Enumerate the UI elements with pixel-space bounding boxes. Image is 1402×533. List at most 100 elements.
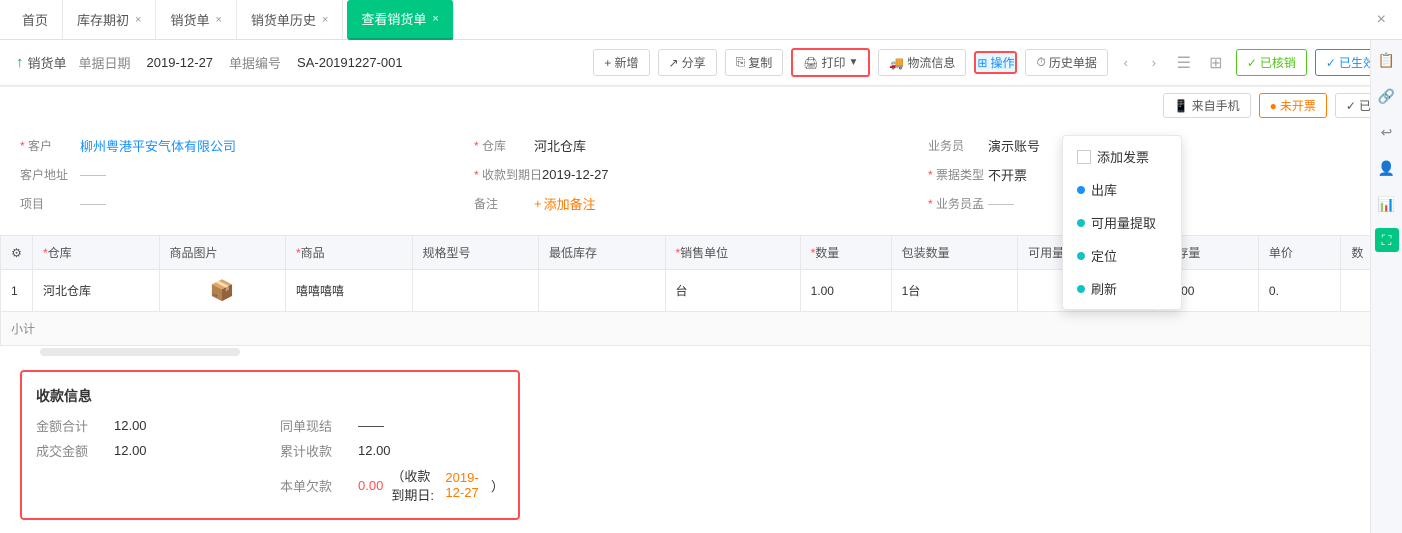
row-no: 1 <box>1 270 33 312</box>
table-qty-header: *数量 <box>800 236 891 270</box>
payment-date-label: 收款到期日 <box>474 166 542 183</box>
copy-button[interactable]: ⎘ 复制 <box>725 49 784 76</box>
tab-sales-order-close[interactable]: × <box>215 14 221 26</box>
nav-prev-button[interactable]: ‹ <box>1116 53 1136 73</box>
sidebar-return-icon[interactable]: ↩ <box>1375 120 1399 144</box>
check-icon-2: ✓ <box>1326 56 1336 70</box>
outbound-item[interactable]: 出库 <box>1063 173 1181 206</box>
project-value: —— <box>80 196 474 211</box>
refresh-item[interactable]: 刷新 <box>1063 272 1181 305</box>
history-button[interactable]: ⏱ 历史单据 <box>1025 49 1107 76</box>
tab-home-label: 首页 <box>22 10 48 29</box>
table-settings-header[interactable]: ⚙ <box>1 236 33 270</box>
doc-title-area: ↑ 销货单 单据日期 2019-12-27 单据编号 SA-20191227-0… <box>16 53 403 72</box>
table-warehouse-header: *仓库 <box>33 236 160 270</box>
phone-icon: 📱 <box>1174 99 1189 113</box>
transaction-amount-item: 成交金额 12.00 <box>36 441 260 460</box>
salesperson2-label: 业务员孟 <box>928 195 988 212</box>
share-icon: ↗ <box>669 56 679 70</box>
warehouse-field: 仓库 河北仓库 <box>474 136 928 155</box>
same-order-settle-item: 同单现结 —— <box>280 416 504 435</box>
form-area: 客户 柳州粤港平安气体有限公司 仓库 河北仓库 业务员 演示账号 客户地址 ——… <box>0 124 1402 235</box>
logistics-button[interactable]: 🚚 物流信息 <box>878 49 966 76</box>
second-toolbar: 📱 来自手机 ● 未开票 ✓ 已 <box>0 86 1402 124</box>
nav-next-button[interactable]: › <box>1144 53 1164 73</box>
current-due-value: 0.00 <box>358 478 383 493</box>
locate-item[interactable]: 定位 <box>1063 239 1181 272</box>
cumulative-receipt-label: 累计收款 <box>280 441 350 460</box>
print-button[interactable]: 🖨 打印 ▼ <box>791 48 870 77</box>
customer-field: 客户 柳州粤港平安气体有限公司 <box>20 136 474 155</box>
tab-home[interactable]: 首页 <box>8 0 63 40</box>
doc-type-badge: ↑ 销货单 <box>16 53 67 72</box>
subtotal-label: 小计 <box>1 312 1402 346</box>
note-field: 备注 + 添加备注 <box>474 194 928 213</box>
tab-sales-order-label: 销货单 <box>170 10 209 29</box>
add-note-label: 添加备注 <box>544 194 596 213</box>
tab-inventory-init[interactable]: 库存期初 × <box>63 0 156 40</box>
customer-addr-label: 客户地址 <box>20 166 80 183</box>
same-order-settle-label: 同单现结 <box>280 416 350 435</box>
voided-button[interactable]: ✓ 已核销 <box>1236 49 1307 76</box>
sidebar-user-icon[interactable]: 👤 <box>1375 156 1399 180</box>
tab-inventory-init-close[interactable]: × <box>135 14 141 26</box>
check-icon-3: ✓ <box>1346 99 1356 113</box>
same-order-settle-value: —— <box>358 418 384 433</box>
row-min-stock <box>539 270 666 312</box>
cumulative-receipt-item: 累计收款 12.00 <box>280 441 504 460</box>
outbound-label: 出库 <box>1091 180 1117 199</box>
tab-sales-history-close[interactable]: × <box>322 14 328 26</box>
logistics-label: 物流信息 <box>907 54 955 71</box>
table-container: ⚙ *仓库 商品图片 *商品 规格型号 最低库存 *销售单位 *数量 包装数量 … <box>0 235 1402 358</box>
subtotal-row: 小计 <box>1 312 1402 346</box>
check-icon-1: ✓ <box>1247 56 1257 70</box>
not-open-icon: ● <box>1270 99 1277 113</box>
salesperson-value: 演示账号 <box>988 136 1382 155</box>
due-date: 2019-12-27 <box>445 470 483 500</box>
view-list-button[interactable]: ☰ <box>1172 51 1196 75</box>
table-row: 1 河北仓库 📦 嘻嘻嘻嘻 台 1.00 1台 12.00 0. <box>1 270 1402 312</box>
sidebar-link-icon[interactable]: 🔗 <box>1375 84 1399 108</box>
tab-sales-order[interactable]: 销货单 × <box>156 0 236 40</box>
transaction-amount-label: 成交金额 <box>36 441 106 460</box>
row-price: 0. <box>1258 270 1341 312</box>
print-dropdown-icon: ▼ <box>849 57 859 68</box>
sidebar-chart-icon[interactable]: 📊 <box>1375 192 1399 216</box>
copy-icon: ⎘ <box>736 55 746 70</box>
print-label: 打印 <box>821 54 845 71</box>
customer-value[interactable]: 柳州粤港平安气体有限公司 <box>80 136 474 155</box>
doc-meta: 单据日期 2019-12-27 单据编号 SA-20191227-001 <box>79 53 403 72</box>
row-pack-qty: 1台 <box>891 270 1018 312</box>
add-invoice-item[interactable]: 添加发票 <box>1063 140 1181 173</box>
row-spec <box>412 270 539 312</box>
not-open-button[interactable]: ● 未开票 <box>1259 93 1327 118</box>
share-button[interactable]: ↗ 分享 <box>658 49 717 76</box>
add-invoice-label: 添加发票 <box>1097 147 1149 166</box>
available-qty-dot-icon <box>1077 219 1085 227</box>
refresh-label: 刷新 <box>1091 279 1117 298</box>
view-grid-button[interactable]: ⊞ <box>1204 51 1228 75</box>
plus-icon: + <box>534 196 542 211</box>
table-scrollbar[interactable] <box>40 348 240 356</box>
tab-view-sales[interactable]: 查看销货单 × <box>347 0 453 40</box>
tab-sales-history[interactable]: 销货单历史 × <box>237 0 343 40</box>
window-close-button[interactable]: × <box>1369 11 1394 29</box>
copy-label: 复制 <box>748 54 772 71</box>
available-qty-item[interactable]: 可用量提取 <box>1063 206 1181 239</box>
sidebar-doc-icon[interactable]: 📋 <box>1375 48 1399 72</box>
doc-number-value: SA-20191227-001 <box>297 55 403 70</box>
sidebar-expand-icon[interactable]: ⛶ <box>1375 228 1399 252</box>
operation-icon: ⊞ <box>977 56 987 70</box>
payment-grid: 金额合计 12.00 同单现结 —— 成交金额 12.00 累计收款 12.00… <box>36 416 504 504</box>
ticket-type-value: 不开票 <box>988 165 1382 184</box>
add-button[interactable]: + 新增 <box>593 49 649 76</box>
outbound-dot-icon <box>1077 186 1085 194</box>
not-open-label: 未开票 <box>1280 97 1316 114</box>
operation-button[interactable]: ⊞ 操作 <box>974 51 1017 74</box>
row-image: 📦 <box>159 270 286 312</box>
add-note-button[interactable]: + 添加备注 <box>534 194 596 213</box>
from-phone-button[interactable]: 📱 来自手机 <box>1163 93 1251 118</box>
tab-view-sales-close[interactable]: × <box>432 13 438 25</box>
row-qty: 1.00 <box>800 270 891 312</box>
current-due-label: 本单欠款 <box>280 476 350 495</box>
